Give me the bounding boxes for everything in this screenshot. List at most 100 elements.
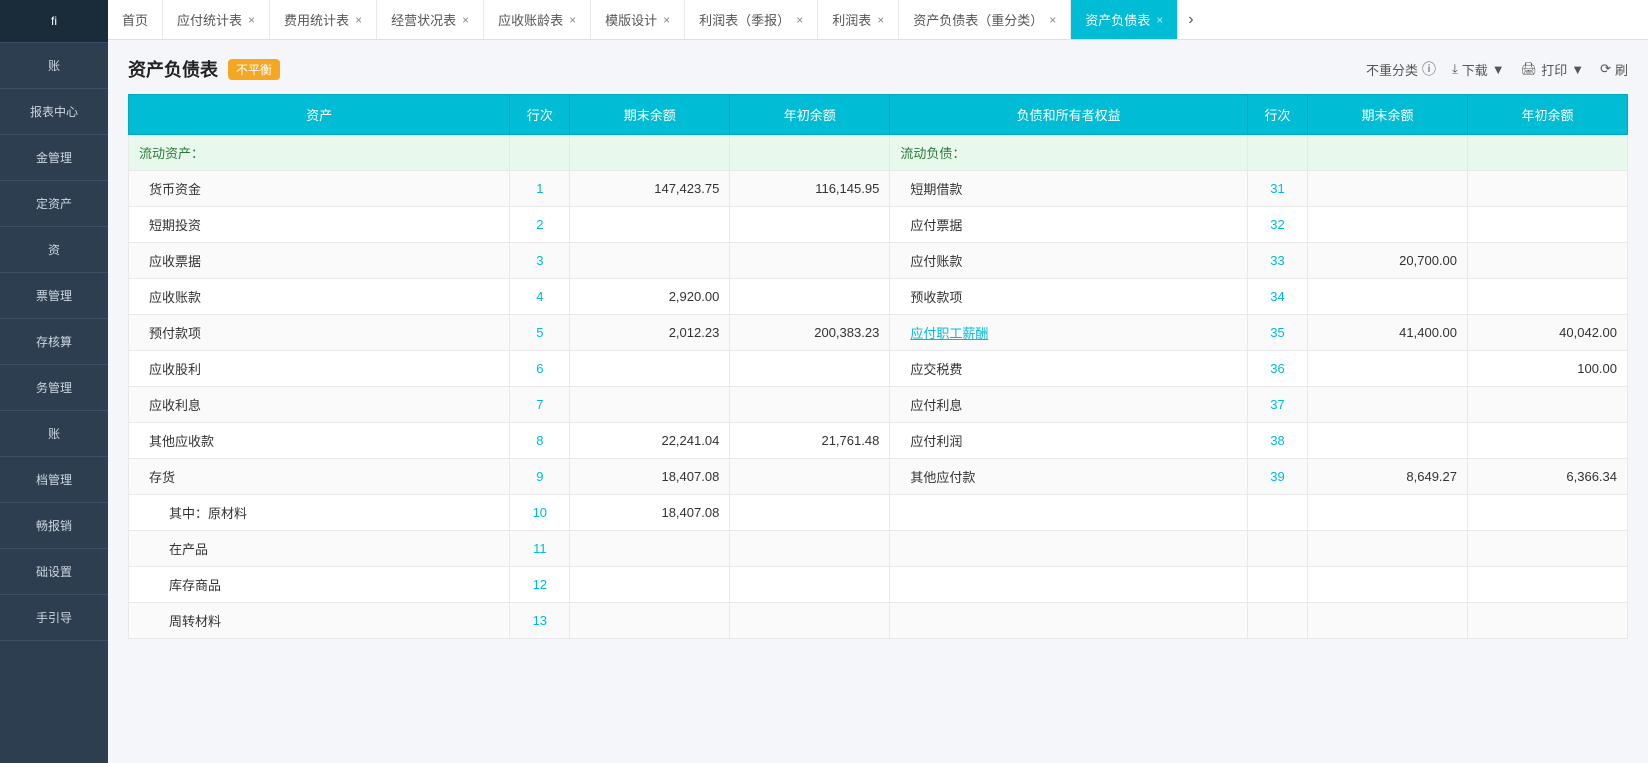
end-balance (570, 567, 730, 603)
tab-balance-sheet[interactable]: 资产负债表 × (1071, 0, 1178, 40)
sidebar-item-ticket-mgmt[interactable]: 票管理 (0, 273, 108, 319)
tab-close-receivable-aging[interactable]: × (569, 13, 576, 27)
right-end-balance (1308, 171, 1468, 207)
sidebar-item-fixed-assets[interactable]: 定资产 (0, 181, 108, 227)
end-balance (570, 351, 730, 387)
col-asset: 资产 (129, 95, 510, 135)
print-icon: 🖨 (1521, 61, 1538, 77)
sidebar-item-report-center[interactable]: 报表中心 (0, 89, 108, 135)
download-btn[interactable]: ⤓ 下载 ▼ (1452, 60, 1505, 79)
sidebar-item-cash-mgmt[interactable]: 金管理 (0, 135, 108, 181)
sidebar-item-tax-mgmt[interactable]: 务管理 (0, 365, 108, 411)
right-begin-balance (1468, 279, 1628, 315)
row-num: 6 (510, 351, 570, 387)
right-end-balance: 41,400.00 (1308, 315, 1468, 351)
row-num: 2 (510, 207, 570, 243)
refresh-btn[interactable]: ⟳ 刷 (1600, 60, 1628, 79)
refresh-icon: ⟳ (1600, 61, 1611, 77)
liability-name (890, 495, 1248, 531)
asset-name: 应收股利 (129, 351, 510, 387)
tab-close-profit[interactable]: × (877, 13, 884, 27)
help-icon: ⓘ (1422, 59, 1436, 79)
print-btn[interactable]: 🖨 打印 ▼ (1521, 60, 1584, 79)
row-num: 10 (510, 495, 570, 531)
tab-receivable-aging[interactable]: 应收账龄表 × (484, 0, 591, 40)
row-num: 5 (510, 315, 570, 351)
right-begin-balance: 6,366.34 (1468, 459, 1628, 495)
end-balance: 18,407.08 (570, 495, 730, 531)
content-area: 资产负债表 不平衡 不重分类 ⓘ ⤓ 下载 ▼ 🖨 打印 ▼ (108, 40, 1648, 763)
table-row: 库存商品 12 (129, 567, 1628, 603)
sidebar-item-ledger[interactable]: 账 (0, 43, 108, 89)
asset-name: 货币资金 (129, 171, 510, 207)
liability-name: 应付利息 (890, 387, 1248, 423)
tab-close-profit-quarterly[interactable]: × (796, 13, 803, 27)
begin-balance (730, 387, 890, 423)
liability-name: 应付票据 (890, 207, 1248, 243)
begin-balance (730, 243, 890, 279)
page-title: 资产负债表 (128, 56, 218, 82)
end-balance (570, 531, 730, 567)
table-row: 其中：原材料 10 18,407.08 (129, 495, 1628, 531)
right-row-num: 36 (1248, 351, 1308, 387)
tab-balance-reclass[interactable]: 资产负债表（重分类） × (899, 0, 1071, 40)
begin-balance: 21,761.48 (730, 423, 890, 459)
sidebar-item-archive[interactable]: 档管理 (0, 457, 108, 503)
sidebar-item-home[interactable]: fi (0, 0, 108, 43)
tab-close-balance-reclass[interactable]: × (1049, 13, 1056, 27)
tab-operations[interactable]: 经营状况表 × (377, 0, 484, 40)
tab-scroll-right[interactable]: › (1178, 11, 1203, 29)
right-end-balance (1308, 531, 1468, 567)
row-num: 7 (510, 387, 570, 423)
tab-close-operations[interactable]: × (462, 13, 469, 27)
begin-balance (730, 351, 890, 387)
right-end-balance (1308, 423, 1468, 459)
table-row: 应收账款 4 2,920.00 预收款项 34 (129, 279, 1628, 315)
sidebar-item-inventory[interactable]: 存核算 (0, 319, 108, 365)
row-num: 1 (510, 171, 570, 207)
liability-name: 应交税费 (890, 351, 1248, 387)
tab-close-payable-stats[interactable]: × (248, 13, 255, 27)
right-row-num (1248, 603, 1308, 639)
tab-expense-stats[interactable]: 费用统计表 × (270, 0, 377, 40)
asset-name: 应收账款 (129, 279, 510, 315)
right-row-num: 35 (1248, 315, 1308, 351)
sidebar-item-account[interactable]: 账 (0, 411, 108, 457)
tab-close-balance-sheet[interactable]: × (1156, 13, 1163, 27)
table-row: 应收票据 3 应付账款 33 20,700.00 (129, 243, 1628, 279)
tab-payable-stats[interactable]: 应付统计表 × (163, 0, 270, 40)
right-end-balance (1308, 495, 1468, 531)
asset-name: 存货 (129, 459, 510, 495)
right-row-num (1248, 495, 1308, 531)
section-current-assets: 流动资产： 流动负债： (129, 135, 1628, 171)
right-end-balance (1308, 603, 1468, 639)
tab-template-design[interactable]: 模版设计 × (591, 0, 685, 40)
tab-profit[interactable]: 利润表 × (818, 0, 899, 40)
begin-balance (730, 603, 890, 639)
sidebar-item-guide[interactable]: 手引导 (0, 595, 108, 641)
end-balance: 147,423.75 (570, 171, 730, 207)
sidebar-item-expense[interactable]: 畅报销 (0, 503, 108, 549)
tab-close-template-design[interactable]: × (663, 13, 670, 27)
table-row: 存货 9 18,407.08 其他应付款 39 8,649.27 6,366.3… (129, 459, 1628, 495)
right-begin-balance (1468, 531, 1628, 567)
asset-name: 应收票据 (129, 243, 510, 279)
tab-profit-quarterly[interactable]: 利润表（季报） × (685, 0, 818, 40)
liability-name: 短期借款 (890, 171, 1248, 207)
sidebar-item-capital[interactable]: 资 (0, 227, 108, 273)
current-assets-label: 流动资产： (129, 135, 510, 171)
liability-name (890, 603, 1248, 639)
page-title-area: 资产负债表 不平衡 (128, 56, 280, 82)
end-balance (570, 603, 730, 639)
table-row: 预付款项 5 2,012.23 200,383.23 应付职工薪酬 35 41,… (129, 315, 1628, 351)
sidebar-item-settings[interactable]: 础设置 (0, 549, 108, 595)
sidebar: fi 账 报表中心 金管理 定资产 资 票管理 存核算 务管理 账 档管理 畅报… (0, 0, 108, 763)
right-row-num (1248, 531, 1308, 567)
right-row-num (1248, 567, 1308, 603)
tab-close-expense-stats[interactable]: × (355, 13, 362, 27)
begin-balance (730, 531, 890, 567)
tab-home[interactable]: 首页 (108, 0, 163, 40)
right-row-num: 37 (1248, 387, 1308, 423)
right-begin-balance (1468, 171, 1628, 207)
no-reclass-btn[interactable]: 不重分类 ⓘ (1366, 59, 1436, 79)
